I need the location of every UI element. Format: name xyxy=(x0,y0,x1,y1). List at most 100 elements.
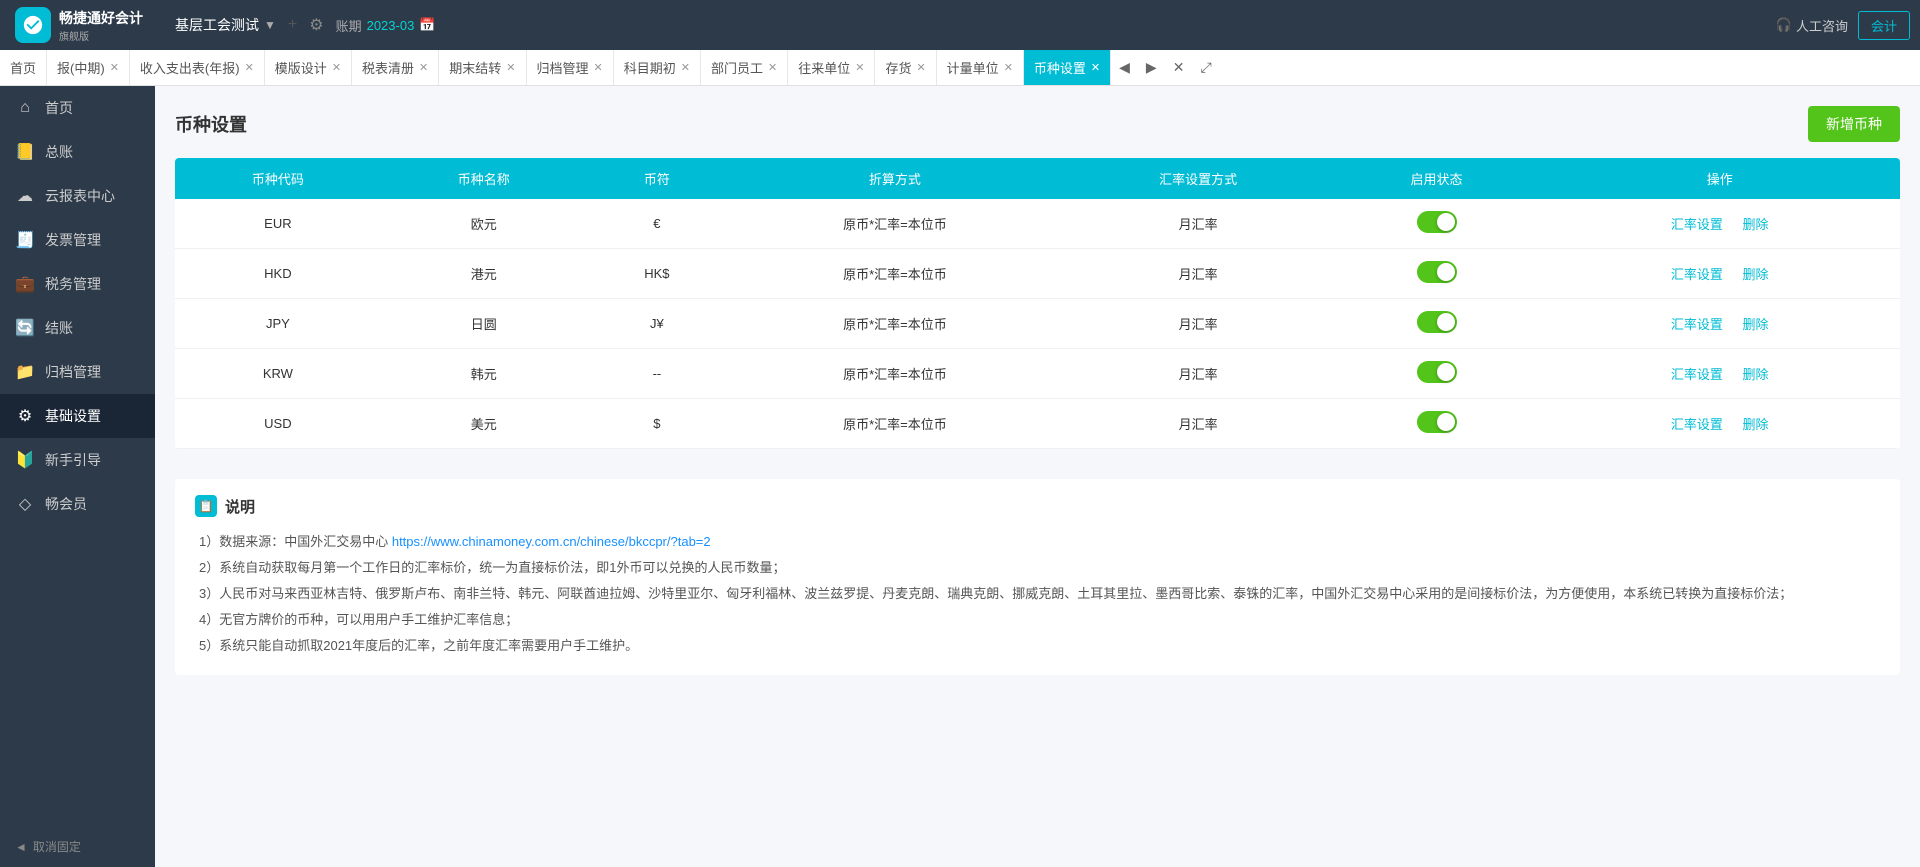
settings-icon[interactable]: ⚙ xyxy=(309,15,323,35)
tab-report-mid[interactable]: 报(中期) ✕ xyxy=(47,50,130,85)
cell-status-4[interactable] xyxy=(1334,399,1540,449)
tab-next-btn[interactable]: ▶ xyxy=(1138,50,1165,85)
sidebar-pin-toggle[interactable]: ◄ 取消固定 xyxy=(0,826,155,867)
cell-name-1: 港元 xyxy=(381,249,587,299)
new-currency-button[interactable]: 新增币种 xyxy=(1808,106,1900,142)
delete-btn-2[interactable]: 删除 xyxy=(1743,317,1769,332)
app-logo-icon xyxy=(15,7,51,43)
cell-status-1[interactable] xyxy=(1334,249,1540,299)
cell-calc-0: 原币*汇率=本位币 xyxy=(727,199,1062,249)
rate-setting-btn-3[interactable]: 汇率设置 xyxy=(1671,367,1723,382)
sidebar-item-general-ledger-label: 总账 xyxy=(45,142,73,162)
rate-setting-btn-2[interactable]: 汇率设置 xyxy=(1671,317,1723,332)
company-dropdown-icon[interactable]: ▼ xyxy=(264,18,276,32)
delete-btn-1[interactable]: 删除 xyxy=(1743,267,1769,282)
col-actions: 操作 xyxy=(1539,158,1900,199)
cell-code-1: HKD xyxy=(175,249,381,299)
toggle-1[interactable] xyxy=(1417,261,1457,283)
tab-close-all-btn[interactable]: ✕ xyxy=(1165,50,1193,85)
tab-inventory-label: 存货 xyxy=(885,58,911,77)
tab-contact[interactable]: 往来单位 ✕ xyxy=(788,50,875,85)
tab-currency[interactable]: 币种设置 ✕ xyxy=(1024,50,1111,85)
company-name[interactable]: 基层工会测试 xyxy=(175,15,259,35)
tab-expand-btn[interactable]: ⤢ xyxy=(1192,50,1219,85)
sidebar-item-home-label: 首页 xyxy=(45,98,73,118)
tab-home[interactable]: 首页 xyxy=(0,50,47,85)
sidebar-item-basic-settings[interactable]: ⚙ 基础设置 xyxy=(0,394,155,438)
toggle-0[interactable] xyxy=(1417,211,1457,233)
cell-status-3[interactable] xyxy=(1334,349,1540,399)
tab-income-close[interactable]: ✕ xyxy=(245,61,254,74)
tab-report-mid-close[interactable]: ✕ xyxy=(110,61,119,74)
tab-unit[interactable]: 计量单位 ✕ xyxy=(937,50,1024,85)
tab-department-close[interactable]: ✕ xyxy=(768,61,777,74)
sidebar-item-guide[interactable]: 🔰 新手引导 xyxy=(0,438,155,482)
tab-tax-list-label: 税表清册 xyxy=(362,58,414,77)
tab-subject-init-close[interactable]: ✕ xyxy=(681,61,690,74)
invoice-icon: 🧾 xyxy=(15,230,35,250)
notes-item: 2）系统自动获取每月第一个工作日的汇率标价，统一为直接标价法，即1外币可以兑换的… xyxy=(195,555,1880,581)
tab-template-close[interactable]: ✕ xyxy=(332,61,341,74)
page-title: 币种设置 xyxy=(175,111,247,137)
tab-inventory-close[interactable]: ✕ xyxy=(916,61,925,74)
tab-period-end-close[interactable]: ✕ xyxy=(506,61,515,74)
tab-bar: 首页 报(中期) ✕ 收入支出表(年报) ✕ 模版设计 ✕ 税表清册 ✕ 期末结… xyxy=(0,50,1920,86)
guide-icon: 🔰 xyxy=(15,450,35,470)
toggle-3[interactable] xyxy=(1417,361,1457,383)
settlement-icon: 🔄 xyxy=(15,318,35,338)
tab-prev-btn[interactable]: ◀ xyxy=(1111,50,1138,85)
page-header: 币种设置 新增币种 xyxy=(175,106,1900,142)
top-header: 畅捷通好会计 旗舰版 基层工会测试 ▼ + ⚙ 账期 2023-03 📅 🎧 人… xyxy=(0,0,1920,50)
support-button[interactable]: 🎧 人工咨询 xyxy=(1776,16,1848,35)
tab-inventory[interactable]: 存货 ✕ xyxy=(875,50,936,85)
account-button[interactable]: 会计 xyxy=(1858,11,1910,40)
cell-status-0[interactable] xyxy=(1334,199,1540,249)
sidebar-item-tax[interactable]: 💼 税务管理 xyxy=(0,262,155,306)
notes-section: 📋 说明 1）数据来源：中国外汇交易中心 https://www.chinamo… xyxy=(175,479,1900,675)
cell-name-4: 美元 xyxy=(381,399,587,449)
sidebar-item-home[interactable]: ⌂ 首页 xyxy=(0,86,155,130)
tab-archive-close[interactable]: ✕ xyxy=(594,61,603,74)
rate-setting-btn-1[interactable]: 汇率设置 xyxy=(1671,267,1723,282)
add-company-icon[interactable]: + xyxy=(288,16,297,34)
cell-symbol-1: HK$ xyxy=(587,249,728,299)
sidebar-item-reports[interactable]: ☁ 云报表中心 xyxy=(0,174,155,218)
toggle-2[interactable] xyxy=(1417,311,1457,333)
cell-actions-2: 汇率设置 删除 xyxy=(1539,299,1900,349)
sidebar-item-invoice[interactable]: 🧾 发票管理 xyxy=(0,218,155,262)
tab-tax-list[interactable]: 税表清册 ✕ xyxy=(352,50,439,85)
tab-unit-label: 计量单位 xyxy=(947,58,999,77)
col-name: 币种名称 xyxy=(381,158,587,199)
notes-item: 5）系统只能自动抓取2021年度后的汇率，之前年度汇率需要用户手工维护。 xyxy=(195,633,1880,659)
tab-contact-close[interactable]: ✕ xyxy=(855,61,864,74)
table-header-row: 币种代码 币种名称 币符 折算方式 汇率设置方式 启用状态 操作 xyxy=(175,158,1900,199)
tab-template[interactable]: 模版设计 ✕ xyxy=(265,50,352,85)
rate-setting-btn-4[interactable]: 汇率设置 xyxy=(1671,417,1723,432)
tab-subject-init[interactable]: 科目期初 ✕ xyxy=(614,50,701,85)
cell-name-2: 日圆 xyxy=(381,299,587,349)
sidebar-item-member[interactable]: ◇ 畅会员 xyxy=(0,482,155,526)
notes-link[interactable]: https://www.chinamoney.com.cn/chinese/bk… xyxy=(392,534,711,549)
delete-btn-3[interactable]: 删除 xyxy=(1743,367,1769,382)
delete-btn-0[interactable]: 删除 xyxy=(1743,217,1769,232)
cell-calc-3: 原币*汇率=本位币 xyxy=(727,349,1062,399)
col-symbol: 币符 xyxy=(587,158,728,199)
calendar-icon[interactable]: 📅 xyxy=(419,17,435,33)
sidebar-item-archive[interactable]: 📁 归档管理 xyxy=(0,350,155,394)
tab-income[interactable]: 收入支出表(年报) ✕ xyxy=(130,50,265,85)
cell-actions-0: 汇率设置 删除 xyxy=(1539,199,1900,249)
cell-symbol-4: $ xyxy=(587,399,728,449)
sidebar-item-settlement[interactable]: 🔄 结账 xyxy=(0,306,155,350)
cell-status-2[interactable] xyxy=(1334,299,1540,349)
sidebar-item-general-ledger[interactable]: 📒 总账 xyxy=(0,130,155,174)
tab-currency-close[interactable]: ✕ xyxy=(1091,61,1100,74)
tab-period-end[interactable]: 期末结转 ✕ xyxy=(439,50,526,85)
tab-archive[interactable]: 归档管理 ✕ xyxy=(527,50,614,85)
tab-department[interactable]: 部门员工 ✕ xyxy=(701,50,788,85)
delete-btn-4[interactable]: 删除 xyxy=(1743,417,1769,432)
toggle-4[interactable] xyxy=(1417,411,1457,433)
tab-tax-list-close[interactable]: ✕ xyxy=(419,61,428,74)
tab-unit-close[interactable]: ✕ xyxy=(1004,61,1013,74)
cell-rate-type-1: 月汇率 xyxy=(1063,249,1334,299)
rate-setting-btn-0[interactable]: 汇率设置 xyxy=(1671,217,1723,232)
